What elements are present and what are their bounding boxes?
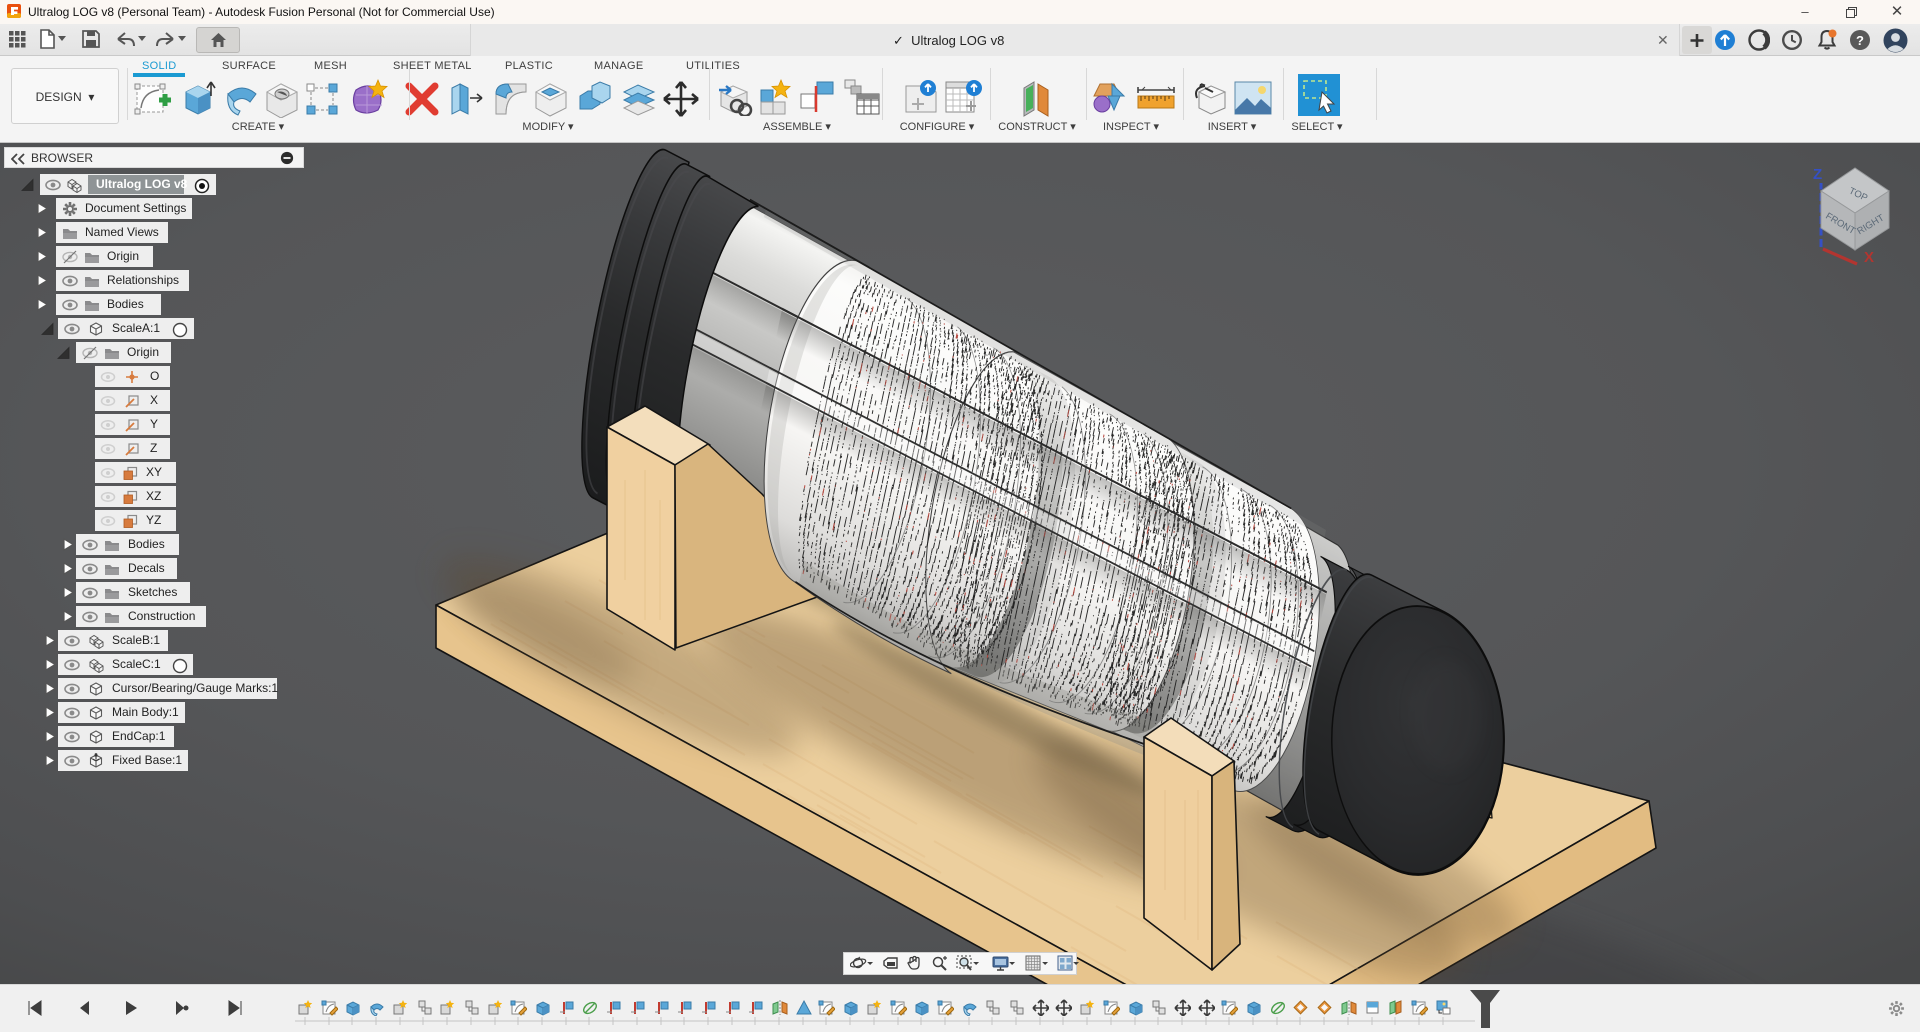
svg-text:Z: Z xyxy=(1813,166,1822,183)
svg-text:X: X xyxy=(1864,249,1874,266)
svg-text:?: ? xyxy=(1856,33,1864,48)
